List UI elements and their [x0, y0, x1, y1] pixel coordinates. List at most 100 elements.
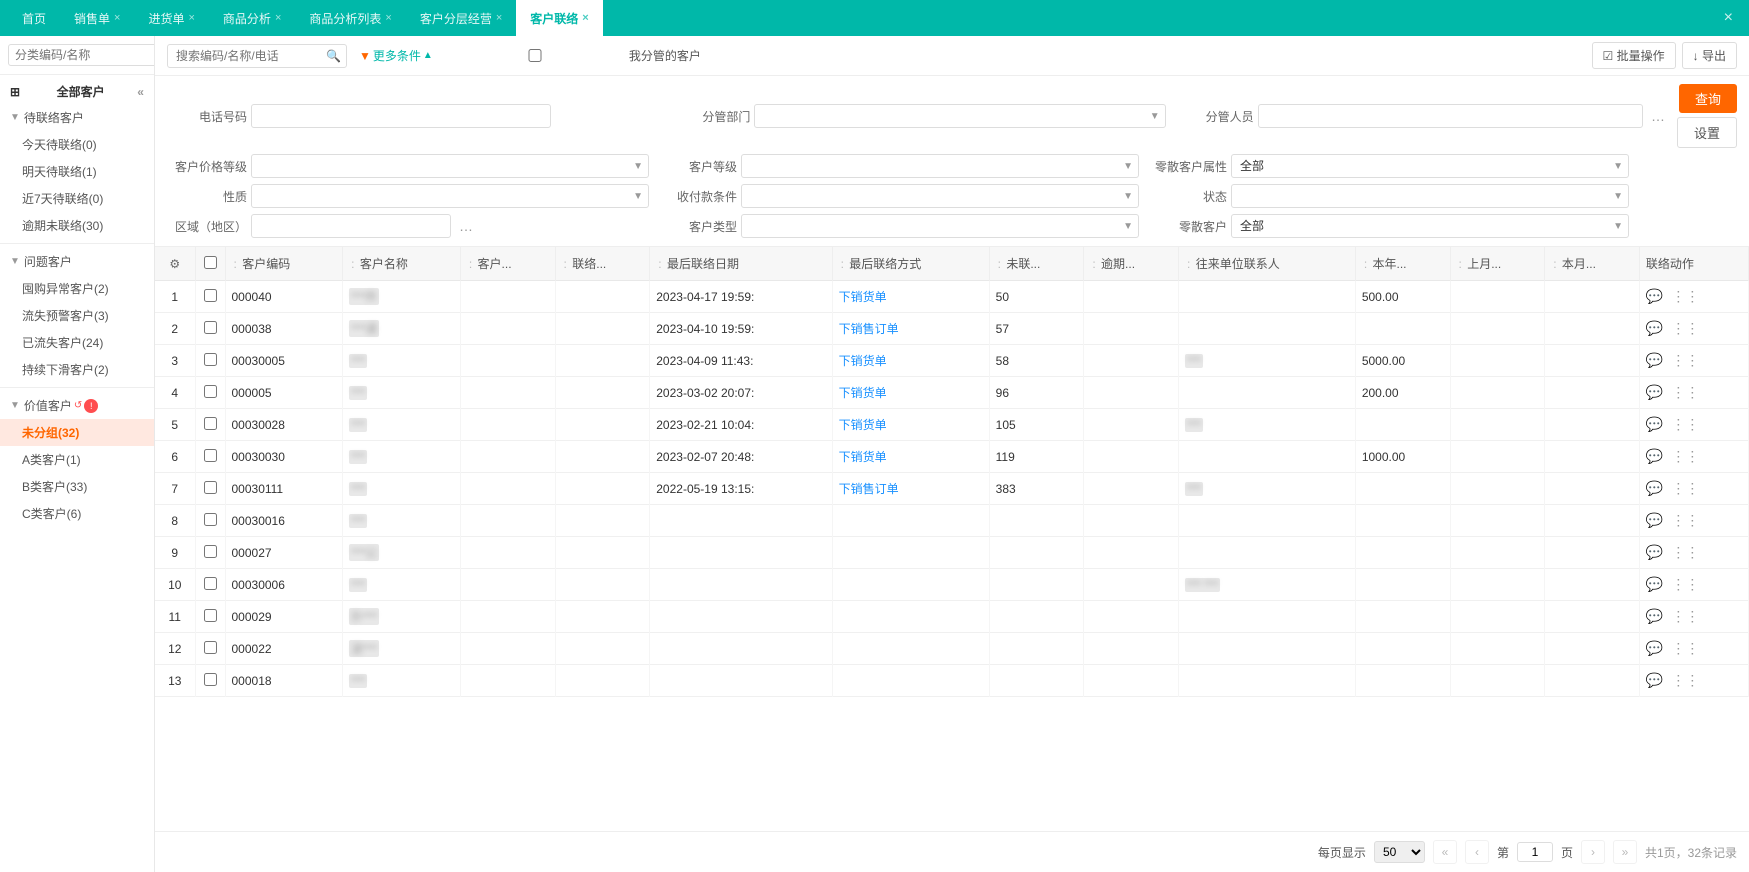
row-checkbox[interactable]: [204, 353, 217, 366]
contact-way-link[interactable]: 下销货单: [839, 386, 887, 400]
sidebar-collapse-btn[interactable]: «: [137, 85, 144, 99]
area-more-btn[interactable]: …: [455, 218, 477, 234]
more-action-icon[interactable]: ⋮⋮: [1671, 608, 1699, 625]
adv-zero-attr-select[interactable]: 全部: [1231, 154, 1629, 178]
price-group-label[interactable]: ▼ 价值客户 ↺ !: [0, 392, 154, 419]
more-action-icon[interactable]: ⋮⋮: [1671, 544, 1699, 561]
nav-close-product-list[interactable]: ×: [385, 12, 391, 24]
adv-price-level-select[interactable]: [251, 154, 649, 178]
sidebar-item-overdue-waiting[interactable]: 逾期未联络(30): [0, 212, 154, 239]
contact-way-link[interactable]: 下销货单: [839, 450, 887, 464]
contact-action-icon[interactable]: 💬: [1646, 544, 1663, 561]
row-checkbox[interactable]: [204, 481, 217, 494]
col-settings[interactable]: ⚙: [155, 247, 195, 281]
select-all-checkbox[interactable]: [204, 256, 217, 269]
sidebar-item-b-class[interactable]: B类客户(33): [0, 473, 154, 500]
row-checkbox[interactable]: [204, 609, 217, 622]
contact-way-link[interactable]: 下销售订单: [839, 322, 899, 336]
adv-phone-input[interactable]: [251, 104, 551, 128]
contact-action-icon[interactable]: 💬: [1646, 672, 1663, 689]
batch-ops-button[interactable]: ☑ 批量操作: [1592, 42, 1676, 69]
more-action-icon[interactable]: ⋮⋮: [1671, 640, 1699, 657]
person-more-btn[interactable]: …: [1647, 108, 1669, 124]
more-action-icon[interactable]: ⋮⋮: [1671, 416, 1699, 433]
page-size-select[interactable]: 50 100: [1374, 841, 1425, 863]
row-checkbox[interactable]: [204, 545, 217, 558]
contact-way-link[interactable]: 下销货单: [839, 354, 887, 368]
more-action-icon[interactable]: ⋮⋮: [1671, 320, 1699, 337]
price-refresh-icon[interactable]: ↺: [74, 400, 82, 411]
page-input[interactable]: [1517, 842, 1553, 862]
adv-area-input[interactable]: [251, 214, 451, 238]
sidebar-item-a-class[interactable]: A类客户(1): [0, 446, 154, 473]
adv-customer-level-select[interactable]: [741, 154, 1139, 178]
adv-zero-customer-select[interactable]: 全部: [1231, 214, 1629, 238]
next-page-btn[interactable]: ›: [1581, 840, 1605, 864]
row-checkbox[interactable]: [204, 641, 217, 654]
last-page-btn[interactable]: »: [1613, 840, 1637, 864]
contact-action-icon[interactable]: 💬: [1646, 416, 1663, 433]
nav-sales[interactable]: 销售单 ×: [60, 0, 134, 36]
table-settings-icon[interactable]: ⚙: [169, 257, 180, 271]
nav-close-purchase[interactable]: ×: [188, 12, 194, 24]
nav-close-product-analysis[interactable]: ×: [275, 12, 281, 24]
sidebar-item-today-waiting[interactable]: 今天待联络(0): [0, 131, 154, 158]
contact-action-icon[interactable]: 💬: [1646, 576, 1663, 593]
sidebar-item-c-class[interactable]: C类客户(6): [0, 500, 154, 527]
more-action-icon[interactable]: ⋮⋮: [1671, 512, 1699, 529]
window-close-button[interactable]: ×: [1716, 9, 1741, 27]
nav-purchase[interactable]: 进货单 ×: [134, 0, 208, 36]
contact-way-link[interactable]: 下销货单: [839, 418, 887, 432]
sidebar-item-hoard-abnormal[interactable]: 囤购异常客户(2): [0, 275, 154, 302]
contact-way-link[interactable]: 下销货单: [839, 290, 887, 304]
more-action-icon[interactable]: ⋮⋮: [1671, 576, 1699, 593]
nav-customer-tier[interactable]: 客户分层经营 ×: [406, 0, 516, 36]
contact-action-icon[interactable]: 💬: [1646, 640, 1663, 657]
row-checkbox[interactable]: [204, 417, 217, 430]
adv-payment-select[interactable]: [741, 184, 1139, 208]
problem-group-label[interactable]: ▼ 问题客户: [0, 248, 154, 275]
sidebar-item-ungroup[interactable]: 未分组(32): [0, 419, 154, 446]
nav-close-contact[interactable]: ×: [582, 12, 588, 24]
row-checkbox[interactable]: [204, 449, 217, 462]
all-customers-header[interactable]: ⊞ 全部客户 «: [0, 75, 154, 104]
export-button[interactable]: ↓ 导出: [1682, 42, 1737, 69]
contact-action-icon[interactable]: 💬: [1646, 384, 1663, 401]
row-checkbox[interactable]: [204, 289, 217, 302]
row-checkbox[interactable]: [204, 385, 217, 398]
sidebar-item-tomorrow-waiting[interactable]: 明天待联络(1): [0, 158, 154, 185]
contact-way-link[interactable]: 下销售订单: [839, 482, 899, 496]
sidebar-item-churn-warning[interactable]: 流失预警客户(3): [0, 302, 154, 329]
row-checkbox[interactable]: [204, 321, 217, 334]
more-conditions-btn[interactable]: ▼ 更多条件 ▲: [359, 47, 433, 64]
waiting-group-label[interactable]: ▼ 待联络客户: [0, 104, 154, 131]
row-checkbox[interactable]: [204, 513, 217, 526]
adv-status-select[interactable]: [1231, 184, 1629, 208]
contact-action-icon[interactable]: 💬: [1646, 480, 1663, 497]
my-customers-checkbox[interactable]: [445, 49, 625, 62]
nav-close-sales[interactable]: ×: [114, 12, 120, 24]
adv-person-input[interactable]: [1258, 104, 1643, 128]
contact-action-icon[interactable]: 💬: [1646, 352, 1663, 369]
more-action-icon[interactable]: ⋮⋮: [1671, 384, 1699, 401]
adv-nature-select[interactable]: [251, 184, 649, 208]
my-customers-checkbox-label[interactable]: 我分管的客户: [445, 47, 701, 64]
search-input[interactable]: [167, 44, 347, 68]
query-button[interactable]: 查询: [1679, 84, 1737, 113]
reset-button[interactable]: 设置: [1677, 117, 1737, 148]
more-action-icon[interactable]: ⋮⋮: [1671, 288, 1699, 305]
sidebar-item-7days-waiting[interactable]: 近7天待联络(0): [0, 185, 154, 212]
nav-product-analysis[interactable]: 商品分析 ×: [209, 0, 295, 36]
contact-action-icon[interactable]: 💬: [1646, 512, 1663, 529]
more-action-icon[interactable]: ⋮⋮: [1671, 448, 1699, 465]
nav-close-tier[interactable]: ×: [496, 12, 502, 24]
search-icon[interactable]: 🔍: [326, 49, 341, 63]
first-page-btn[interactable]: «: [1433, 840, 1457, 864]
nav-home[interactable]: 首页: [8, 0, 60, 36]
more-action-icon[interactable]: ⋮⋮: [1671, 480, 1699, 497]
row-checkbox[interactable]: [204, 673, 217, 686]
contact-action-icon[interactable]: 💬: [1646, 288, 1663, 305]
more-action-icon[interactable]: ⋮⋮: [1671, 352, 1699, 369]
more-action-icon[interactable]: ⋮⋮: [1671, 672, 1699, 689]
adv-dept-select[interactable]: [754, 104, 1165, 128]
